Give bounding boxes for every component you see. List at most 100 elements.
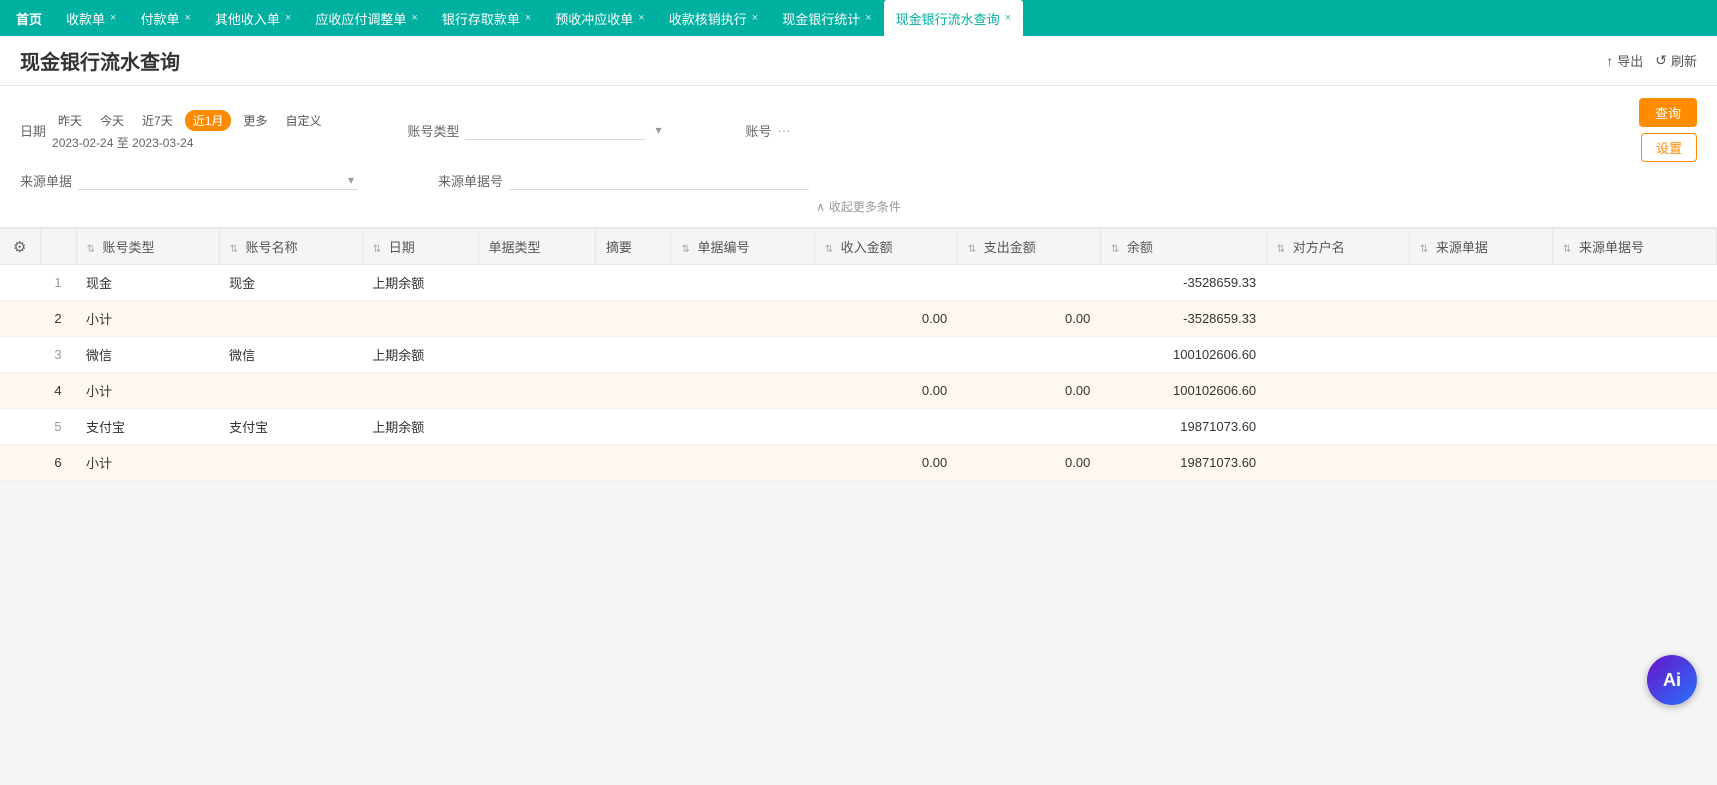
tab-label-8: 现金银行流水查询 — [896, 9, 1000, 28]
th-income[interactable]: ⇅ 收入金额 — [814, 229, 957, 265]
th-date[interactable]: ⇅ 日期 — [362, 229, 478, 265]
account-type-select-wrapper: 现金 微信 支付宝 ▾ — [465, 120, 665, 140]
source-doc-no-label: 来源单据号 — [438, 171, 503, 190]
table-settings-icon[interactable]: ⚙ — [13, 239, 26, 256]
cell-source-doc-no — [1552, 373, 1716, 409]
source-doc-select[interactable] — [78, 170, 358, 190]
refresh-button[interactable]: ↺ 刷新 — [1655, 51, 1697, 70]
table-row: 2小计0.000.00-3528659.33 — [0, 301, 1717, 337]
collapse-up-icon: ∧ — [816, 200, 825, 214]
action-buttons: 查询 设置 — [1639, 98, 1697, 162]
tab-close-2[interactable]: × — [285, 12, 291, 24]
tab-close-1[interactable]: × — [184, 12, 190, 24]
nav-tab-4[interactable]: 银行存取款单 × — [430, 0, 543, 36]
tab-close-3[interactable]: × — [411, 12, 417, 24]
tab-close-4[interactable]: × — [525, 12, 531, 24]
cell-summary — [595, 301, 671, 337]
nav-tab-7[interactable]: 现金银行统计 × — [770, 0, 883, 36]
cell-doc-type — [478, 445, 595, 481]
source-doc-no-input[interactable] — [509, 170, 809, 190]
th-account-type[interactable]: ⇅ 账号类型 — [76, 229, 219, 265]
nav-tab-8[interactable]: 现金银行流水查询 × — [884, 0, 1023, 36]
tab-label-2: 其他收入单 — [215, 9, 280, 28]
cell-index: 2 — [40, 301, 76, 337]
account-type-select[interactable]: 现金 微信 支付宝 — [465, 120, 645, 140]
cell-expense: 0.00 — [957, 445, 1100, 481]
date-opt-7days[interactable]: 近7天 — [136, 110, 179, 131]
cell-index: 1 — [40, 265, 76, 301]
date-opt-custom[interactable]: 自定义 — [279, 110, 327, 131]
collapse-button[interactable]: ∧ 收起更多条件 — [816, 198, 901, 215]
cell-balance: 100102606.60 — [1100, 373, 1266, 409]
table-header-row: ⚙ ⇅ 账号类型 ⇅ 账号名称 ⇅ 日期 单据类型 — [0, 229, 1717, 265]
page-title: 现金银行流水查询 — [20, 46, 180, 75]
cell-account-type: 现金 — [76, 265, 219, 301]
refresh-label: 刷新 — [1671, 51, 1697, 70]
cell-doc-type — [478, 337, 595, 373]
nav-tab-0[interactable]: 收款单 × — [54, 0, 128, 36]
header-actions: ↑ 导出 ↺ 刷新 — [1606, 51, 1697, 70]
ai-assistant-button[interactable]: Ai — [1647, 655, 1697, 705]
nav-tab-1[interactable]: 付款单 × — [128, 0, 202, 36]
tab-close-7[interactable]: × — [865, 12, 871, 24]
date-opt-more[interactable]: 更多 — [237, 110, 273, 131]
cell-doc-type — [478, 265, 595, 301]
query-button[interactable]: 查询 — [1639, 98, 1697, 127]
cell-income — [814, 337, 957, 373]
date-filter: 日期 昨天 今天 近7天 近1月 更多 自定义 2023-02-24 至 202… — [20, 110, 327, 151]
date-opt-today[interactable]: 今天 — [94, 110, 130, 131]
nav-tab-6[interactable]: 收款核销执行 × — [657, 0, 770, 36]
cell-doc-no — [671, 373, 814, 409]
cell-doc-no — [671, 301, 814, 337]
cell-account-name: 微信 — [219, 337, 362, 373]
date-opt-yesterday[interactable]: 昨天 — [52, 110, 88, 131]
cell-checkbox — [0, 409, 40, 445]
cell-date — [362, 373, 478, 409]
cell-source-doc — [1409, 337, 1552, 373]
cell-expense: 0.00 — [957, 373, 1100, 409]
th-counterparty[interactable]: ⇅ 对方户名 — [1266, 229, 1409, 265]
cell-balance: 19871073.60 — [1100, 445, 1266, 481]
nav-tab-5[interactable]: 预收冲应收单 × — [543, 0, 656, 36]
cell-balance: 100102606.60 — [1100, 337, 1266, 373]
nav-tab-3[interactable]: 应收应付调整单 × — [303, 0, 429, 36]
table-body: 1现金现金上期余额-3528659.332小计0.000.00-3528659.… — [0, 265, 1717, 481]
nav-home[interactable]: 首页 — [4, 0, 54, 36]
tab-close-6[interactable]: × — [752, 12, 758, 24]
table-row: 5支付宝支付宝上期余额19871073.60 — [0, 409, 1717, 445]
source-doc-filter: 来源单据 ▾ — [20, 170, 358, 190]
cell-source-doc-no — [1552, 265, 1716, 301]
tab-close-8[interactable]: × — [1005, 12, 1011, 24]
th-source-doc[interactable]: ⇅ 来源单据 — [1409, 229, 1552, 265]
tab-close-5[interactable]: × — [638, 12, 644, 24]
th-balance[interactable]: ⇅ 余额 — [1100, 229, 1266, 265]
tab-close-0[interactable]: × — [110, 12, 116, 24]
cell-account-type: 小计 — [76, 445, 219, 481]
th-source-doc-no[interactable]: ⇅ 来源单据号 — [1552, 229, 1716, 265]
th-doc-no[interactable]: ⇅ 单据编号 — [671, 229, 814, 265]
account-more-icon[interactable]: ··· — [777, 123, 790, 138]
cell-date: 上期余额 — [362, 265, 478, 301]
export-button[interactable]: ↑ 导出 — [1606, 51, 1643, 70]
sort-icon-date: ⇅ — [373, 244, 381, 255]
tab-label-0: 收款单 — [66, 9, 105, 28]
cell-balance: -3528659.33 — [1100, 301, 1266, 337]
cell-expense — [957, 265, 1100, 301]
cell-summary — [595, 373, 671, 409]
table-container: ⚙ ⇅ 账号类型 ⇅ 账号名称 ⇅ 日期 单据类型 — [0, 228, 1717, 481]
sort-icon-account-name: ⇅ — [230, 244, 238, 255]
chevron-down-icon: ▾ — [655, 123, 661, 137]
cell-date: 上期余额 — [362, 409, 478, 445]
date-opt-1month[interactable]: 近1月 — [185, 110, 232, 131]
th-expense[interactable]: ⇅ 支出金额 — [957, 229, 1100, 265]
cell-counterparty — [1266, 265, 1409, 301]
sort-icon-source-doc-no: ⇅ — [1563, 244, 1571, 255]
cell-income — [814, 409, 957, 445]
settings-button[interactable]: 设置 — [1641, 133, 1697, 162]
th-account-name[interactable]: ⇅ 账号名称 — [219, 229, 362, 265]
account-filter: 账号 ··· — [745, 121, 790, 140]
nav-tab-2[interactable]: 其他收入单 × — [203, 0, 303, 36]
sort-icon-balance: ⇅ — [1111, 244, 1119, 255]
cell-counterparty — [1266, 409, 1409, 445]
sort-icon-expense: ⇅ — [968, 244, 976, 255]
